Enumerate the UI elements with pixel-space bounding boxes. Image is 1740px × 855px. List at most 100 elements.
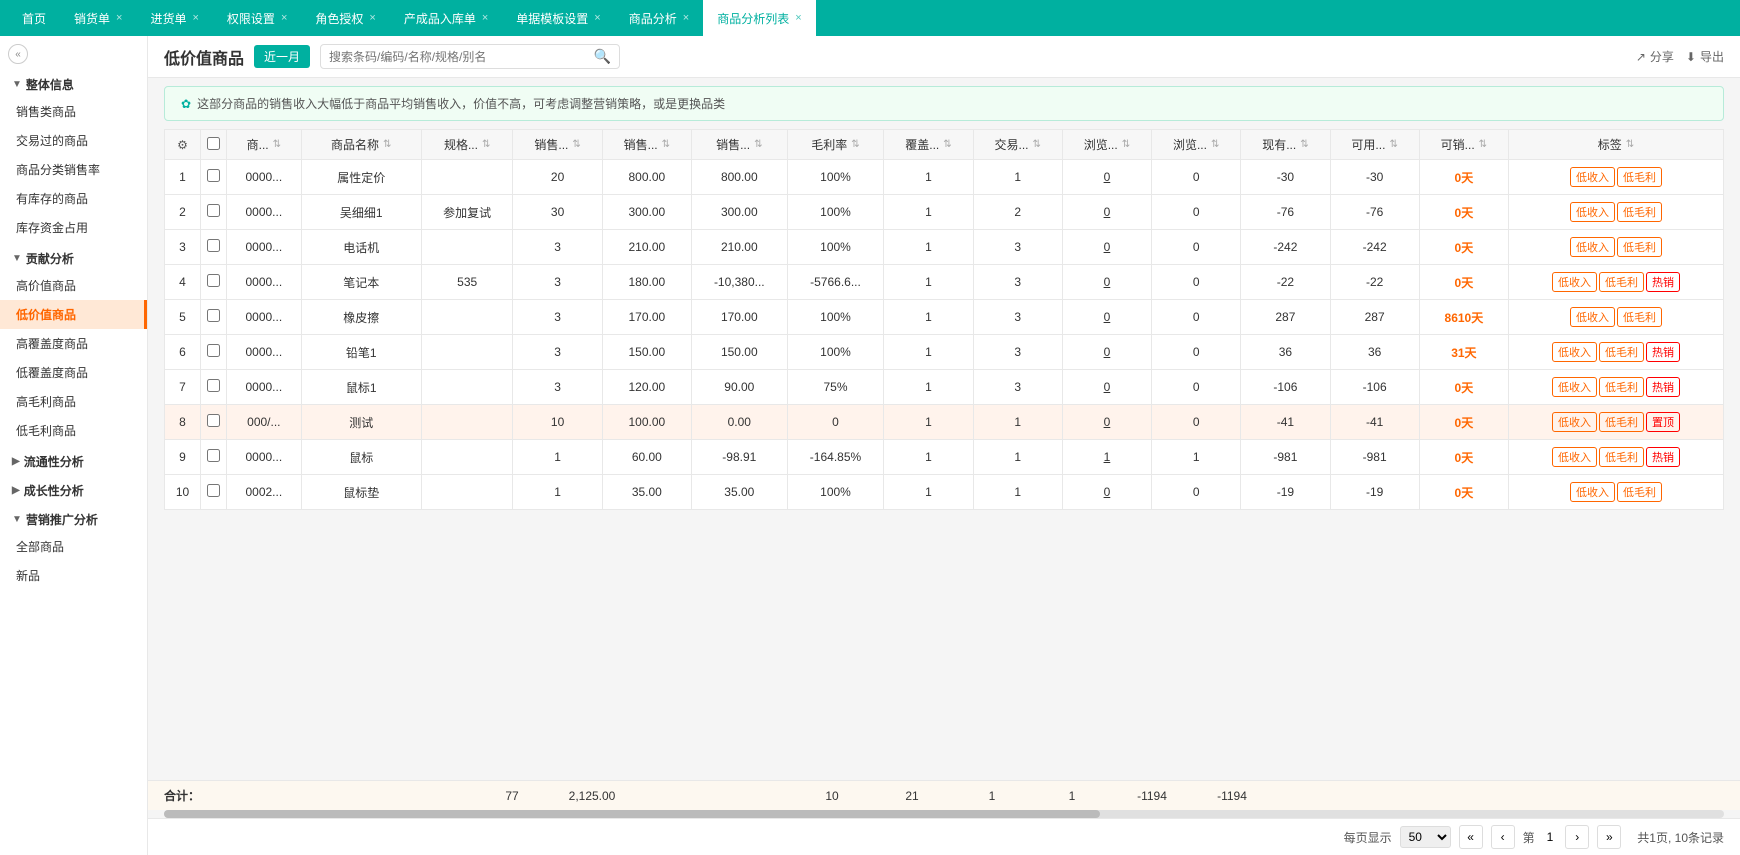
select-all-checkbox[interactable] (207, 137, 220, 150)
row-sale2: 300.00 (691, 195, 787, 230)
close-icon[interactable]: × (482, 12, 488, 24)
th-tags[interactable]: 标签⇅ (1508, 130, 1723, 160)
search-icon[interactable]: 🔍 (594, 48, 611, 65)
sidebar-section-marketing[interactable]: ▼ 营销推广分析 (0, 503, 147, 532)
row-gross: 100% (787, 230, 884, 265)
sidebar-item-sales-goods[interactable]: 销售类商品 (0, 97, 147, 126)
row-gross: 0 (787, 405, 884, 440)
th-sale1[interactable]: 销售...⇅ (602, 130, 691, 160)
last-page-button[interactable]: » (1597, 825, 1621, 849)
close-icon[interactable]: × (369, 12, 375, 24)
browse-link[interactable]: 0 (1104, 240, 1111, 254)
row-checkbox[interactable] (207, 344, 220, 357)
browse-link[interactable]: 0 (1104, 380, 1111, 394)
row-browse1: 0 (1062, 195, 1151, 230)
sidebar-item-low-coverage[interactable]: 低覆盖度商品 (0, 358, 147, 387)
close-icon[interactable]: × (192, 12, 198, 24)
page-title: 低价值商品 (164, 45, 244, 69)
row-checkbox[interactable] (207, 449, 220, 462)
row-tags: 低收入低毛利 (1508, 160, 1723, 195)
th-browse2[interactable]: 浏览...⇅ (1152, 130, 1241, 160)
sidebar-item-all-goods[interactable]: 全部商品 (0, 532, 147, 561)
browse-link[interactable]: 0 (1104, 310, 1111, 324)
close-icon[interactable]: × (683, 12, 689, 24)
time-filter-button[interactable]: 近一月 (254, 45, 310, 68)
th-stock[interactable]: 现有...⇅ (1241, 130, 1330, 160)
th-name[interactable]: 商品名称⇅ (301, 130, 421, 160)
row-browse2: 0 (1152, 195, 1241, 230)
row-checkbox[interactable] (207, 484, 220, 497)
browse-link[interactable]: 0 (1104, 170, 1111, 184)
sidebar-item-low-value[interactable]: 低价值商品 (0, 300, 147, 329)
browse-link[interactable]: 1 (1104, 450, 1111, 464)
row-checkbox[interactable] (207, 379, 220, 392)
nav-item-permission[interactable]: 权限设置 × (213, 0, 301, 36)
th-code[interactable]: 商...⇅ (227, 130, 302, 160)
sidebar-item-stock-funds[interactable]: 库存资金占用 (0, 213, 147, 242)
nav-item-home[interactable]: 首页 (8, 0, 60, 36)
th-trade[interactable]: 交易...⇅ (973, 130, 1062, 160)
th-cover[interactable]: 覆盖...⇅ (884, 130, 973, 160)
sidebar-section-liquidity[interactable]: ▶ 流通性分析 (0, 445, 147, 474)
first-page-button[interactable]: « (1459, 825, 1483, 849)
search-input[interactable] (329, 50, 594, 64)
row-checkbox[interactable] (207, 239, 220, 252)
row-sale1: 100.00 (602, 405, 691, 440)
close-icon[interactable]: × (795, 12, 801, 24)
row-checkbox[interactable] (207, 309, 220, 322)
sidebar-section-growth[interactable]: ▶ 成长性分析 (0, 474, 147, 503)
close-icon[interactable]: × (594, 12, 600, 24)
th-qty[interactable]: 销售...⇅ (513, 130, 602, 160)
browse-link[interactable]: 0 (1104, 275, 1111, 289)
nav-item-role[interactable]: 角色授权 × (301, 0, 389, 36)
next-page-button[interactable]: › (1565, 825, 1589, 849)
settings-icon[interactable]: ⚙ (177, 138, 188, 152)
sidebar-section-overall[interactable]: ▼ 整体信息 (0, 68, 147, 97)
th-sale2[interactable]: 销售...⇅ (691, 130, 787, 160)
sidebar-item-high-coverage[interactable]: 高覆盖度商品 (0, 329, 147, 358)
th-avail[interactable]: 可用...⇅ (1330, 130, 1419, 160)
row-browse1: 1 (1062, 440, 1151, 475)
prev-page-button[interactable]: ‹ (1491, 825, 1515, 849)
browse-link[interactable]: 0 (1104, 415, 1111, 429)
sidebar-item-category-sales[interactable]: 商品分类销售率 (0, 155, 147, 184)
nav-item-analysis-list[interactable]: 商品分析列表 × (703, 0, 815, 36)
export-button[interactable]: ⬇ 导出 (1686, 48, 1724, 65)
browse-link[interactable]: 0 (1104, 345, 1111, 359)
row-checkbox-cell (201, 300, 227, 335)
nav-item-sales[interactable]: 销货单 × (60, 0, 136, 36)
nav-item-purchase[interactable]: 进货单 × (136, 0, 212, 36)
footer-days (1272, 789, 1352, 803)
browse-link[interactable]: 0 (1104, 205, 1111, 219)
sidebar-item-low-margin[interactable]: 低毛利商品 (0, 416, 147, 445)
browse-link[interactable]: 0 (1104, 485, 1111, 499)
nav-item-template[interactable]: 单据模板设置 × (502, 0, 614, 36)
th-settings[interactable]: ⚙ (165, 130, 201, 160)
sidebar-item-high-value[interactable]: 高价值商品 (0, 271, 147, 300)
table-wrapper[interactable]: ⚙ 商...⇅ 商品名称⇅ 规格...⇅ (148, 121, 1740, 780)
th-spec[interactable]: 规格...⇅ (421, 130, 513, 160)
sidebar-item-stock-goods[interactable]: 有库存的商品 (0, 184, 147, 213)
sidebar-item-high-margin[interactable]: 高毛利商品 (0, 387, 147, 416)
collapse-sidebar-button[interactable]: « (8, 44, 28, 64)
nav-item-analysis[interactable]: 商品分析 × (615, 0, 703, 36)
row-checkbox[interactable] (207, 204, 220, 217)
nav-item-product-in[interactable]: 产成品入库单 × (390, 0, 502, 36)
share-button[interactable]: ↗ 分享 (1636, 48, 1674, 65)
row-checkbox[interactable] (207, 274, 220, 287)
row-gross: -164.85% (787, 440, 884, 475)
row-checkbox[interactable] (207, 169, 220, 182)
row-cover: 1 (884, 475, 973, 510)
close-icon[interactable]: × (116, 12, 122, 24)
sidebar-section-contribution[interactable]: ▼ 贡献分析 (0, 242, 147, 271)
row-checkbox[interactable] (207, 414, 220, 427)
th-checkbox[interactable] (201, 130, 227, 160)
sidebar-item-traded-goods[interactable]: 交易过的商品 (0, 126, 147, 155)
row-days: 0天 (1419, 195, 1508, 230)
close-icon[interactable]: × (281, 12, 287, 24)
th-browse1[interactable]: 浏览...⇅ (1062, 130, 1151, 160)
th-sale-days[interactable]: 可销...⇅ (1419, 130, 1508, 160)
sidebar-item-new-goods[interactable]: 新品 (0, 561, 147, 590)
th-gross[interactable]: 毛利率⇅ (787, 130, 884, 160)
page-size-select[interactable]: 50 100 (1400, 826, 1451, 848)
